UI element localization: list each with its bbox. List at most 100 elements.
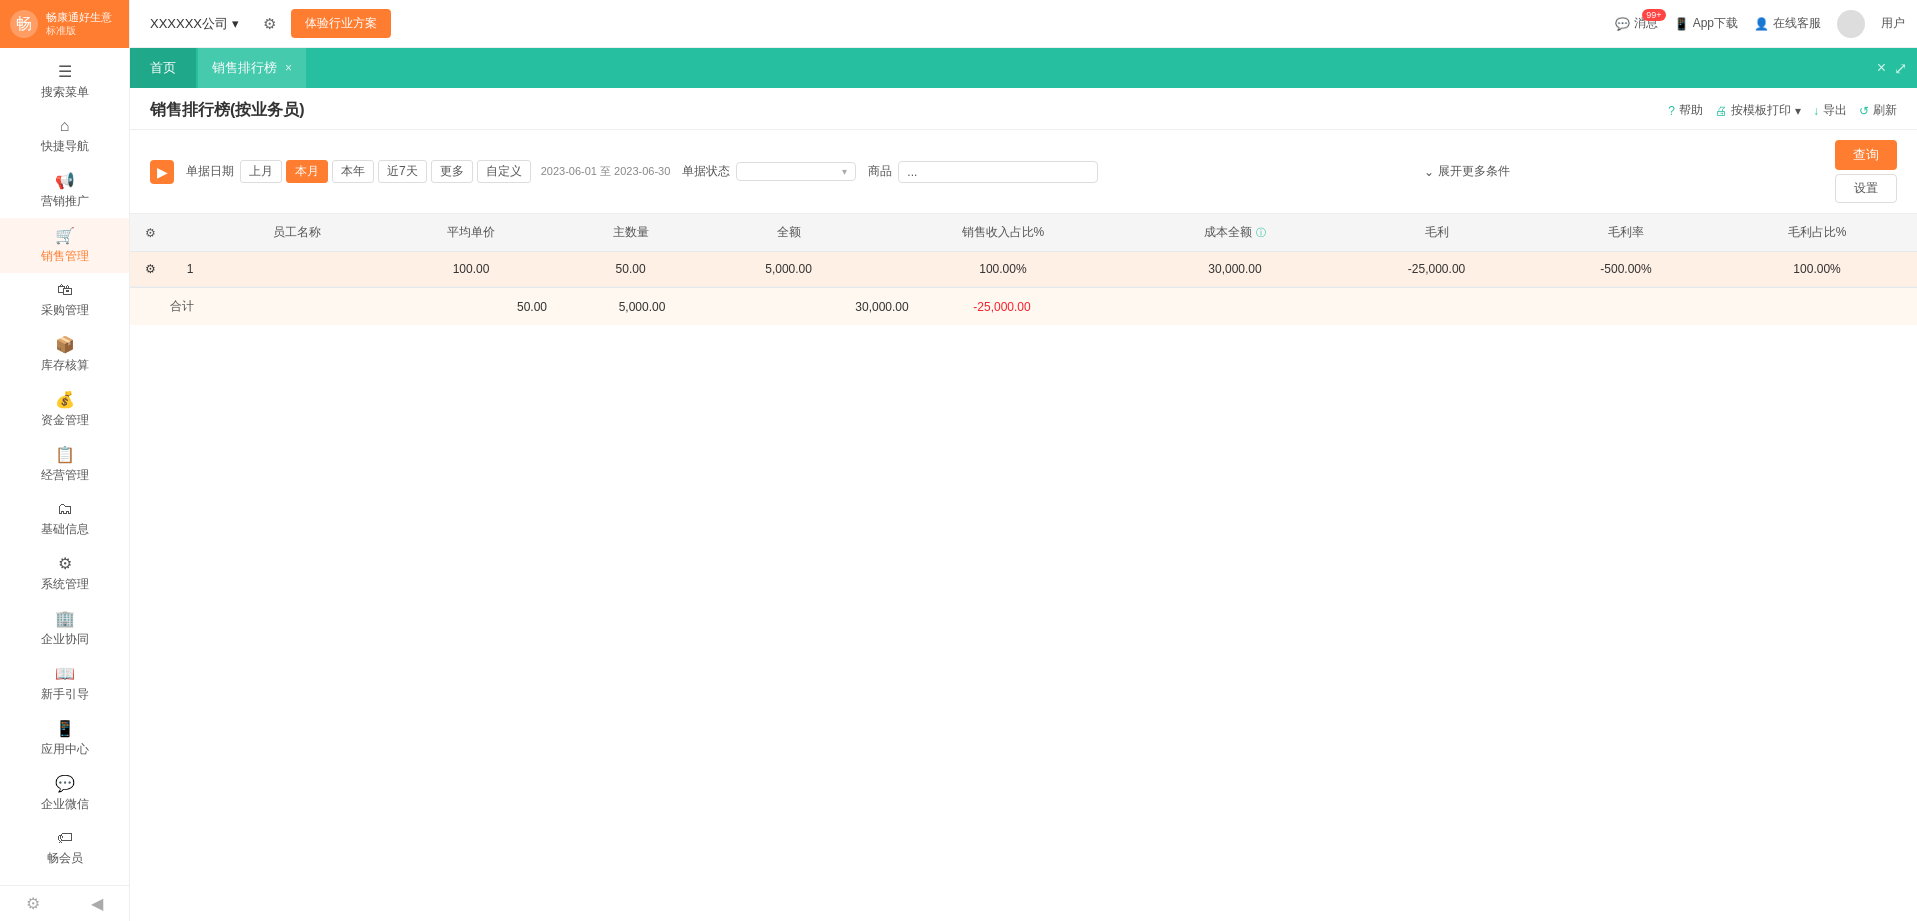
topbar-gear-button[interactable]: ⚙ [255,10,283,38]
col-name: 员工名称 [210,214,384,252]
sidebar-item-member[interactable]: 🏷 畅会员 [0,821,129,875]
footer-amount: 5,000.00 [582,300,702,314]
sidebar-item-label: 新手引导 [41,686,89,703]
row-amount: 5,000.00 [703,252,874,287]
topbar: XXXXXX公司 ▾ ⚙ 体验行业方案 💬 消息 99+ 📱 App下载 👤 在… [130,0,1917,48]
date-btn-this-year[interactable]: 本年 [332,160,374,183]
sidebar-item-marketing[interactable]: 📢 营销推广 [0,163,129,218]
sidebar-item-operations[interactable]: 📋 经营管理 [0,437,129,492]
col-avg-price: 平均单价 [384,214,558,252]
company-selector[interactable]: XXXXXX公司 ▾ [142,11,247,37]
marketing-icon: 📢 [55,171,75,190]
close-window-icon[interactable]: × [1877,59,1886,77]
app-download-button[interactable]: 📱 App下载 [1674,15,1738,32]
col-profit-pct: 毛利占比% [1717,214,1917,252]
logo-icon: 畅 [8,8,40,40]
sidebar-item-label: 企业协同 [41,631,89,648]
print-button[interactable]: 🖨 按模板打印 ▾ [1715,102,1801,119]
status-select[interactable]: ▾ [736,162,856,181]
table-header-row: ⚙ 员工名称 平均单价 主数量 全额 销售收入占比% 成本全额 ⓘ 毛利 毛利率… [130,214,1917,252]
enterprise-icon: 🏢 [55,609,75,628]
main-area: XXXXXX公司 ▾ ⚙ 体验行业方案 💬 消息 99+ 📱 App下载 👤 在… [130,0,1917,921]
sidebar-item-label: 系统管理 [41,576,89,593]
sidebar-item-purchase-mgmt[interactable]: 🛍 采购管理 [0,273,129,327]
col-rank [170,214,210,252]
app-label: App下载 [1693,15,1738,32]
sidebar-item-system-mgmt[interactable]: ⚙ 系统管理 [0,546,129,601]
message-badge: 99+ [1642,9,1665,21]
status-filter-label: 单据状态 [682,163,730,180]
date-btn-7days[interactable]: 近7天 [378,160,427,183]
page-actions: ? 帮助 🖨 按模板打印 ▾ ↓ 导出 ↺ 刷新 [1668,102,1897,119]
tab-sales-ranking[interactable]: 销售排行榜 × [198,48,306,88]
member-icon: 🏷 [57,829,73,847]
sidebar-item-app-center[interactable]: 📱 应用中心 [0,711,129,766]
sidebar-item-search-order[interactable]: ☰ 搜索菜单 [0,54,129,109]
tab-close-icon[interactable]: × [285,61,292,75]
tabbar-actions: × ⤢ [1867,48,1917,88]
sidebar-item-quick-nav[interactable]: ⌂ 快捷导航 [0,109,129,163]
avatar[interactable] [1837,10,1865,38]
page-title: 销售排行榜(按业务员) [150,100,305,121]
message-icon: 💬 [1615,17,1630,31]
status-chevron-icon: ▾ [842,166,847,177]
sidebar-item-label: 基础信息 [41,521,89,538]
filter-toggle-arrow[interactable]: ▶ [150,160,174,184]
sidebar-item-label: 快捷导航 [41,138,89,155]
service-icon: 👤 [1754,17,1769,31]
goods-input[interactable] [898,161,1098,183]
goods-filter-group: 商品 [868,161,1098,183]
message-button[interactable]: 💬 消息 99+ [1615,15,1658,32]
sidebar-item-enterprise[interactable]: 🏢 企业协同 [0,601,129,656]
date-btn-custom[interactable]: 自定义 [477,160,531,183]
table-footer: 合计 50.00 5,000.00 30,000.00 -25,000.00 [130,287,1917,325]
table-row: ⚙ 1 100.00 50.00 5,000.00 100.00% 30,000… [130,252,1917,287]
sidebar-item-finance[interactable]: 💰 资金管理 [0,382,129,437]
sidebar-item-wechat[interactable]: 💬 企业微信 [0,766,129,821]
date-btn-this-month[interactable]: 本月 [286,160,328,183]
tab-home[interactable]: 首页 [130,48,196,88]
row-main-qty: 50.00 [558,252,703,287]
export-button[interactable]: ↓ 导出 [1813,102,1847,119]
footer-label: 合计 [142,298,222,315]
expand-conditions-btn[interactable]: ⌄ 展开更多条件 [1424,163,1510,180]
sidebar-item-sales-mgmt[interactable]: 🛒 销售管理 [0,218,129,273]
date-btn-last-month[interactable]: 上月 [240,160,282,183]
maximize-icon[interactable]: ⤢ [1894,59,1907,78]
help-button[interactable]: ? 帮助 [1668,102,1703,119]
sales-mgmt-icon: 🛒 [55,226,75,245]
topbar-right: 💬 消息 99+ 📱 App下载 👤 在线客服 用户 [1615,10,1905,38]
settings-icon[interactable]: ⚙ [26,894,40,913]
date-btn-more[interactable]: 更多 [431,160,473,183]
refresh-icon: ↺ [1859,104,1869,118]
sidebar-item-inventory[interactable]: 📦 库存核算 [0,327,129,382]
expand-icon: ⌄ [1424,165,1434,179]
sidebar-item-basic-info[interactable]: 🗂 基础信息 [0,492,129,546]
logo-text-line2: 标准版 [46,24,112,38]
sidebar-item-label: 畅会员 [47,850,83,867]
basic-info-icon: 🗂 [57,500,73,518]
query-button[interactable]: 查询 [1835,140,1897,170]
company-name: XXXXXX公司 [150,15,228,33]
sidebar-nav: ☰ 搜索菜单⌂ 快捷导航📢 营销推广🛒 销售管理🛍 采购管理📦 库存核算💰 资金… [0,48,129,885]
goods-filter-label: 商品 [868,163,892,180]
guide-icon: 📖 [55,664,75,683]
refresh-button[interactable]: ↺ 刷新 [1859,102,1897,119]
svg-text:畅: 畅 [16,15,32,32]
sidebar-item-label: 搜索菜单 [41,84,89,101]
app-center-icon: 📱 [55,719,75,738]
page-header: 销售排行榜(按业务员) ? 帮助 🖨 按模板打印 ▾ ↓ 导出 ↺ 刷新 [130,88,1917,130]
date-filter-label: 单据日期 [186,163,234,180]
sidebar-item-guide[interactable]: 📖 新手引导 [0,656,129,711]
online-service-button[interactable]: 👤 在线客服 [1754,15,1821,32]
row-sales-pct: 100.00% [874,252,1132,287]
system-mgmt-icon: ⚙ [58,554,72,573]
col-profit: 毛利 [1338,214,1535,252]
settings-button[interactable]: 设置 [1835,174,1897,203]
row-settings[interactable]: ⚙ [130,252,170,287]
trial-button[interactable]: 体验行业方案 [291,9,391,38]
col-settings[interactable]: ⚙ [130,214,170,252]
help-icon: ? [1668,104,1675,118]
collapse-icon[interactable]: ◀ [91,894,103,913]
print-icon: 🖨 [1715,104,1727,118]
